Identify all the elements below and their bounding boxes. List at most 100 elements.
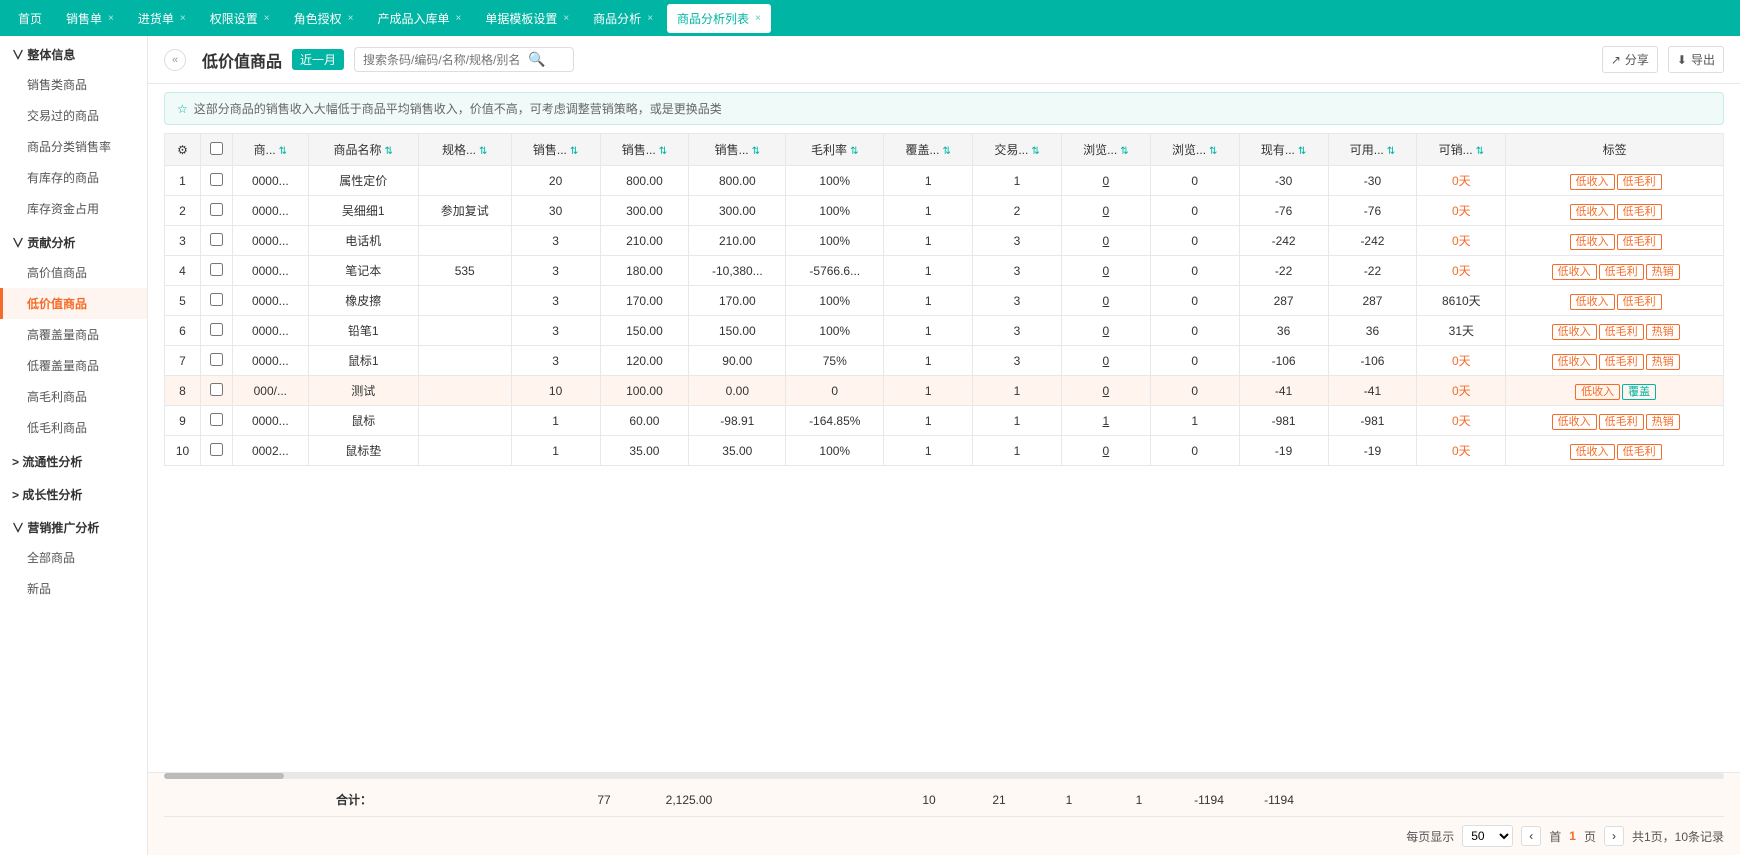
cell-checkbox[interactable] (201, 436, 233, 466)
sidebar-item-low-coverage[interactable]: 低覆盖量商品 (0, 350, 147, 381)
sidebar-collapse-btn[interactable]: « (164, 49, 186, 71)
tag[interactable]: 热销 (1646, 324, 1680, 340)
cell-view1[interactable]: 0 (1061, 166, 1150, 196)
cell-view1[interactable]: 0 (1061, 346, 1150, 376)
nav-analysis-list[interactable]: 商品分析列表 × (667, 4, 771, 33)
col-stock[interactable]: 现有...⇅ (1239, 134, 1328, 166)
sidebar-item-high-value[interactable]: 高价值商品 (0, 257, 147, 288)
tag[interactable]: 低毛利 (1617, 444, 1662, 460)
sidebar-item-high-margin[interactable]: 高毛利商品 (0, 381, 147, 412)
tag[interactable]: 低收入 (1552, 414, 1597, 430)
sidebar-section-circulation[interactable]: > 流通性分析 (0, 443, 147, 476)
row-checkbox[interactable] (210, 203, 223, 216)
col-code[interactable]: 商...⇅ (233, 134, 309, 166)
col-margin[interactable]: 毛利率⇅ (786, 134, 884, 166)
tag[interactable]: 低收入 (1570, 444, 1615, 460)
cell-view1[interactable]: 0 (1061, 226, 1150, 256)
tag[interactable]: 低毛利 (1617, 204, 1662, 220)
sidebar-section-marketing[interactable]: ∨ 营销推广分析 (0, 509, 147, 542)
tag[interactable]: 热销 (1646, 264, 1680, 280)
col-qty[interactable]: 销售...⇅ (511, 134, 600, 166)
cell-checkbox[interactable] (201, 346, 233, 376)
col-view1[interactable]: 浏览...⇅ (1061, 134, 1150, 166)
sidebar-item-traded-goods[interactable]: 交易过的商品 (0, 100, 147, 131)
share-button[interactable]: ↗ 分享 (1602, 46, 1658, 73)
cell-checkbox[interactable] (201, 376, 233, 406)
sidebar-item-category-rate[interactable]: 商品分类销售率 (0, 131, 147, 162)
cell-view1[interactable]: 0 (1061, 376, 1150, 406)
cell-checkbox[interactable] (201, 196, 233, 226)
nav-analysis[interactable]: 商品分析 × (583, 4, 663, 33)
row-checkbox[interactable] (210, 233, 223, 246)
sidebar-item-inventory-goods[interactable]: 有库存的商品 (0, 162, 147, 193)
tag[interactable]: 低收入 (1570, 174, 1615, 190)
nav-sales[interactable]: 销售单 × (56, 4, 124, 33)
tag[interactable]: 覆盖 (1622, 384, 1656, 400)
cell-view1[interactable]: 0 (1061, 286, 1150, 316)
col-gear[interactable]: ⚙ (165, 134, 201, 166)
sidebar-item-inventory-capital[interactable]: 库存资金占用 (0, 193, 147, 224)
tag[interactable]: 低收入 (1570, 234, 1615, 250)
nav-close-permissions[interactable]: × (264, 13, 270, 24)
col-spec[interactable]: 规格...⇅ (418, 134, 511, 166)
view1-link[interactable]: 0 (1103, 264, 1110, 278)
scroll-bar[interactable] (164, 773, 1724, 779)
tag[interactable]: 低收入 (1570, 294, 1615, 310)
select-all-checkbox[interactable] (210, 142, 223, 155)
search-input[interactable] (363, 53, 523, 67)
nav-templates[interactable]: 单据模板设置 × (475, 4, 579, 33)
tag[interactable]: 低收入 (1575, 384, 1620, 400)
cell-view1[interactable]: 0 (1061, 436, 1150, 466)
tag[interactable]: 低毛利 (1599, 264, 1644, 280)
tag[interactable]: 热销 (1646, 354, 1680, 370)
nav-close-analysis-list[interactable]: × (755, 13, 761, 24)
sidebar-item-low-value[interactable]: 低价值商品 (0, 288, 147, 319)
nav-products[interactable]: 产成品入库单 × (367, 4, 471, 33)
cell-checkbox[interactable] (201, 316, 233, 346)
col-view2[interactable]: 浏览...⇅ (1150, 134, 1239, 166)
tag[interactable]: 低毛利 (1617, 174, 1662, 190)
row-checkbox[interactable] (210, 353, 223, 366)
view1-link[interactable]: 0 (1103, 234, 1110, 248)
nav-close-sales[interactable]: × (108, 13, 114, 24)
page-prev-btn[interactable]: ‹ (1521, 826, 1541, 846)
col-cover[interactable]: 覆盖...⇅ (884, 134, 973, 166)
row-checkbox[interactable] (210, 443, 223, 456)
cell-view1[interactable]: 1 (1061, 406, 1150, 436)
tag[interactable]: 低毛利 (1599, 354, 1644, 370)
cell-view1[interactable]: 0 (1061, 256, 1150, 286)
tag[interactable]: 低收入 (1552, 354, 1597, 370)
nav-purchase[interactable]: 进货单 × (128, 4, 196, 33)
view1-link[interactable]: 0 (1103, 294, 1110, 308)
cell-checkbox[interactable] (201, 166, 233, 196)
tag[interactable]: 低收入 (1570, 204, 1615, 220)
col-usable[interactable]: 可用...⇅ (1328, 134, 1417, 166)
search-icon[interactable]: 🔍 (528, 51, 545, 68)
cell-view1[interactable]: 0 (1061, 316, 1150, 346)
sidebar-item-all-goods[interactable]: 全部商品 (0, 542, 147, 573)
cell-checkbox[interactable] (201, 406, 233, 436)
view1-link[interactable]: 0 (1103, 444, 1110, 458)
tag[interactable]: 低收入 (1552, 324, 1597, 340)
nav-close-purchase[interactable]: × (180, 13, 186, 24)
sidebar-item-high-coverage[interactable]: 高覆盖量商品 (0, 319, 147, 350)
view1-link[interactable]: 1 (1103, 414, 1110, 428)
per-page-select[interactable]: 50 100 200 (1462, 825, 1513, 847)
view1-link[interactable]: 0 (1103, 174, 1110, 188)
export-button[interactable]: ⬇ 导出 (1668, 46, 1724, 73)
cell-checkbox[interactable] (201, 226, 233, 256)
nav-home[interactable]: 首页 (8, 4, 52, 33)
page-next-btn[interactable]: › (1604, 826, 1624, 846)
col-sellable[interactable]: 可销...⇅ (1417, 134, 1506, 166)
view1-link[interactable]: 0 (1103, 354, 1110, 368)
nav-permissions[interactable]: 权限设置 × (200, 4, 280, 33)
sidebar-item-sales-goods[interactable]: 销售类商品 (0, 69, 147, 100)
row-checkbox[interactable] (210, 383, 223, 396)
sidebar-item-low-margin[interactable]: 低毛利商品 (0, 412, 147, 443)
nav-close-analysis[interactable]: × (647, 13, 653, 24)
row-checkbox[interactable] (210, 413, 223, 426)
tag[interactable]: 低毛利 (1617, 294, 1662, 310)
nav-close-roles[interactable]: × (348, 13, 354, 24)
nav-roles[interactable]: 角色授权 × (284, 4, 364, 33)
tag[interactable]: 低毛利 (1599, 414, 1644, 430)
